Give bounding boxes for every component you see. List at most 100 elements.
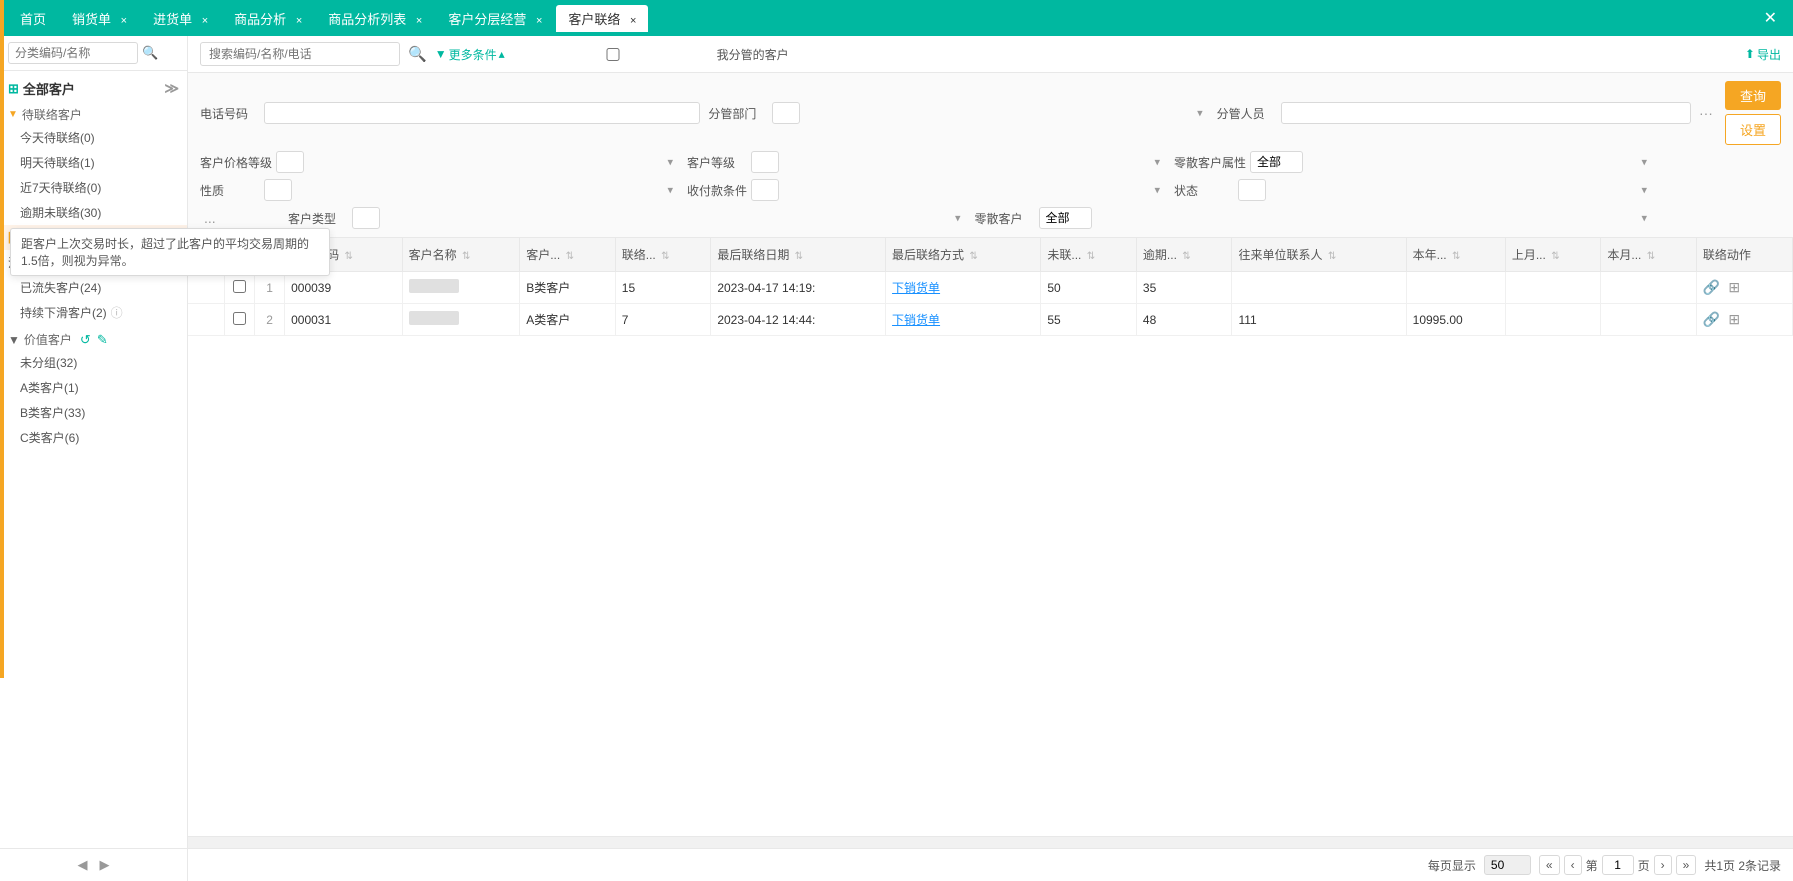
- last-month-sort-icon[interactable]: ⇅: [1551, 251, 1559, 262]
- sidebar-item-ungroup[interactable]: 未分组(32): [0, 350, 187, 375]
- table-this-month-col: 本月... ⇅: [1601, 238, 1697, 272]
- sidebar-search-icon[interactable]: 🔍: [142, 45, 158, 61]
- sidebar-item-tomorrow[interactable]: 明天待联络(1): [0, 150, 187, 175]
- main-search-input[interactable]: [200, 42, 400, 66]
- retail-customer-filter: 零散客户 全部: [975, 207, 1654, 229]
- price-level-select[interactable]: [276, 151, 304, 173]
- history-contact-sort-icon[interactable]: ⇅: [1328, 251, 1336, 262]
- filter-row-4: ... 客户类型 零散客户 全部: [200, 207, 1781, 229]
- filter-bar: 🔍 ▼ 更多条件 ▴ 我分管的客户 ⬆ 导出: [188, 36, 1793, 73]
- manager-input[interactable]: [1281, 102, 1691, 124]
- main-search-icon[interactable]: 🔍: [408, 45, 427, 63]
- settings-button[interactable]: 设置: [1725, 114, 1781, 145]
- contact-sort-icon[interactable]: ⇅: [661, 251, 669, 262]
- tab-customer-tier[interactable]: 客户分层经营 ×: [436, 5, 554, 32]
- retail-attr-label: 零散客户属性: [1174, 154, 1246, 171]
- data-table-container: ⚙ 客户编码 ⇅ 客户名称 ⇅: [188, 238, 1793, 836]
- row1-last-month: [1505, 272, 1601, 304]
- my-customers-check[interactable]: [513, 48, 713, 61]
- row1-type: B类客户: [520, 272, 616, 304]
- tab-analysis-list[interactable]: 商品分析列表 ×: [316, 5, 434, 32]
- query-button[interactable]: 查询: [1725, 81, 1781, 110]
- row1-actions: 🔗 ⊞: [1696, 272, 1792, 304]
- tab-analysis[interactable]: 商品分析 ×: [222, 5, 314, 32]
- gender-select[interactable]: [264, 179, 292, 201]
- category-search-input[interactable]: [8, 42, 138, 64]
- horizontal-scrollbar[interactable]: [188, 836, 1793, 848]
- row2-grid-icon[interactable]: ⊞: [1728, 311, 1740, 328]
- dept-select[interactable]: [772, 102, 800, 124]
- next-page-button[interactable]: ›: [1654, 855, 1672, 875]
- retail-attr-select[interactable]: 全部: [1250, 151, 1303, 173]
- row1-contact: 15: [615, 272, 711, 304]
- value-group-refresh-icon[interactable]: ↺: [80, 332, 91, 348]
- last-date-sort-icon[interactable]: ⇅: [795, 251, 803, 262]
- sidebar-left-arrow[interactable]: ◀: [78, 857, 88, 873]
- payment-select[interactable]: [751, 179, 779, 201]
- sidebar-item-c-class[interactable]: C类客户(6): [0, 425, 187, 450]
- customer-type-select[interactable]: [352, 207, 380, 229]
- value-group-edit-icon[interactable]: ✎: [97, 332, 108, 348]
- row1-link-icon[interactable]: 🔗: [1703, 279, 1720, 296]
- close-sales-tab[interactable]: ×: [121, 15, 127, 27]
- b-class-label: B类客户(33): [20, 404, 85, 421]
- overdue-sort-icon[interactable]: ⇅: [1182, 251, 1190, 262]
- more-conditions-button[interactable]: ▼ 更多条件 ▴: [435, 46, 505, 63]
- sidebar-right-arrow[interactable]: ▶: [100, 857, 110, 873]
- sidebar-item-overdue[interactable]: 逾期未联络(30): [0, 200, 187, 225]
- manager-label: 分管人员: [1217, 105, 1277, 122]
- table-this-year-col: 本年... ⇅: [1406, 238, 1505, 272]
- sidebar-item-today[interactable]: 今天待联络(0): [0, 125, 187, 150]
- this-month-sort-icon[interactable]: ⇅: [1647, 251, 1655, 262]
- tab-home[interactable]: 首页: [8, 5, 58, 32]
- first-page-button[interactable]: «: [1539, 855, 1560, 875]
- close-customer-contact-tab[interactable]: ×: [630, 15, 636, 27]
- retail-customer-label: 零散客户: [975, 210, 1035, 227]
- close-purchase-tab[interactable]: ×: [202, 15, 208, 27]
- close-customer-tier-tab[interactable]: ×: [536, 15, 542, 27]
- pending-group-label: 待联络客户: [22, 106, 82, 123]
- row1-grid-icon[interactable]: ⊞: [1728, 279, 1740, 296]
- phone-input[interactable]: [264, 102, 700, 124]
- row1-select-checkbox[interactable]: [233, 280, 246, 293]
- sidebar-item-a-class[interactable]: A类客户(1): [0, 375, 187, 400]
- sidebar-item-b-class[interactable]: B类客户(33): [0, 400, 187, 425]
- manager-more-icon[interactable]: ···: [1695, 105, 1717, 121]
- table-last-date-col: 最后联络日期 ⇅: [711, 238, 886, 272]
- export-button[interactable]: ⬆ 导出: [1745, 46, 1781, 63]
- advanced-filters: 电话号码 分管部门 分管人员 ··· 查询 设置: [188, 73, 1793, 238]
- row1-last-method-link[interactable]: 下销货单: [892, 281, 940, 295]
- prev-page-button[interactable]: ‹: [1564, 855, 1582, 875]
- row1-checkbox: [225, 272, 255, 304]
- this-year-sort-icon[interactable]: ⇅: [1452, 251, 1460, 262]
- code-sort-icon[interactable]: ⇅: [344, 251, 352, 262]
- customer-level-select[interactable]: [751, 151, 779, 173]
- name-sort-icon[interactable]: ⇅: [462, 251, 470, 262]
- row2-last-method-link[interactable]: 下销货单: [892, 313, 940, 327]
- sidebar-item-7days[interactable]: 近7天待联络(0): [0, 175, 187, 200]
- table-row: 2 000031 A类客户 7 2023-04-12 14:44: 下销货单 5…: [188, 304, 1793, 336]
- last-method-sort-icon[interactable]: ⇅: [969, 251, 977, 262]
- last-page-button[interactable]: »: [1676, 855, 1697, 875]
- more-dots-icon[interactable]: ...: [200, 210, 220, 226]
- sidebar-item-already-lost[interactable]: 已流失客户(24): [0, 275, 187, 300]
- per-page-select[interactable]: 50 100 200: [1484, 855, 1531, 875]
- sidebar-collapse-button[interactable]: ≫: [164, 80, 179, 97]
- sidebar-bottom-controls: ◀ ▶: [0, 848, 187, 881]
- status-select[interactable]: [1238, 179, 1266, 201]
- tab-purchase[interactable]: 进货单 ×: [141, 5, 220, 32]
- row2-select-checkbox[interactable]: [233, 312, 246, 325]
- type-sort-icon[interactable]: ⇅: [566, 251, 574, 262]
- my-customers-checkbox[interactable]: 我分管的客户: [513, 46, 789, 63]
- not-contacted-sort-icon[interactable]: ⇅: [1087, 251, 1095, 262]
- close-analysis-list-tab[interactable]: ×: [416, 15, 422, 27]
- window-close-button[interactable]: ✕: [1756, 6, 1785, 30]
- page-number-input[interactable]: [1602, 855, 1634, 875]
- retail-customer-select[interactable]: 全部: [1039, 207, 1092, 229]
- sidebar-item-continuous-down[interactable]: 持续下滑客户(2) ⓘ: [0, 300, 187, 325]
- filter-row-1: 电话号码 分管部门 分管人员 ··· 查询 设置: [200, 81, 1781, 145]
- tab-sales[interactable]: 销货单 ×: [60, 5, 139, 32]
- tab-customer-contact[interactable]: 客户联络 ×: [556, 5, 648, 32]
- row2-link-icon[interactable]: 🔗: [1703, 311, 1720, 328]
- close-analysis-tab[interactable]: ×: [296, 15, 302, 27]
